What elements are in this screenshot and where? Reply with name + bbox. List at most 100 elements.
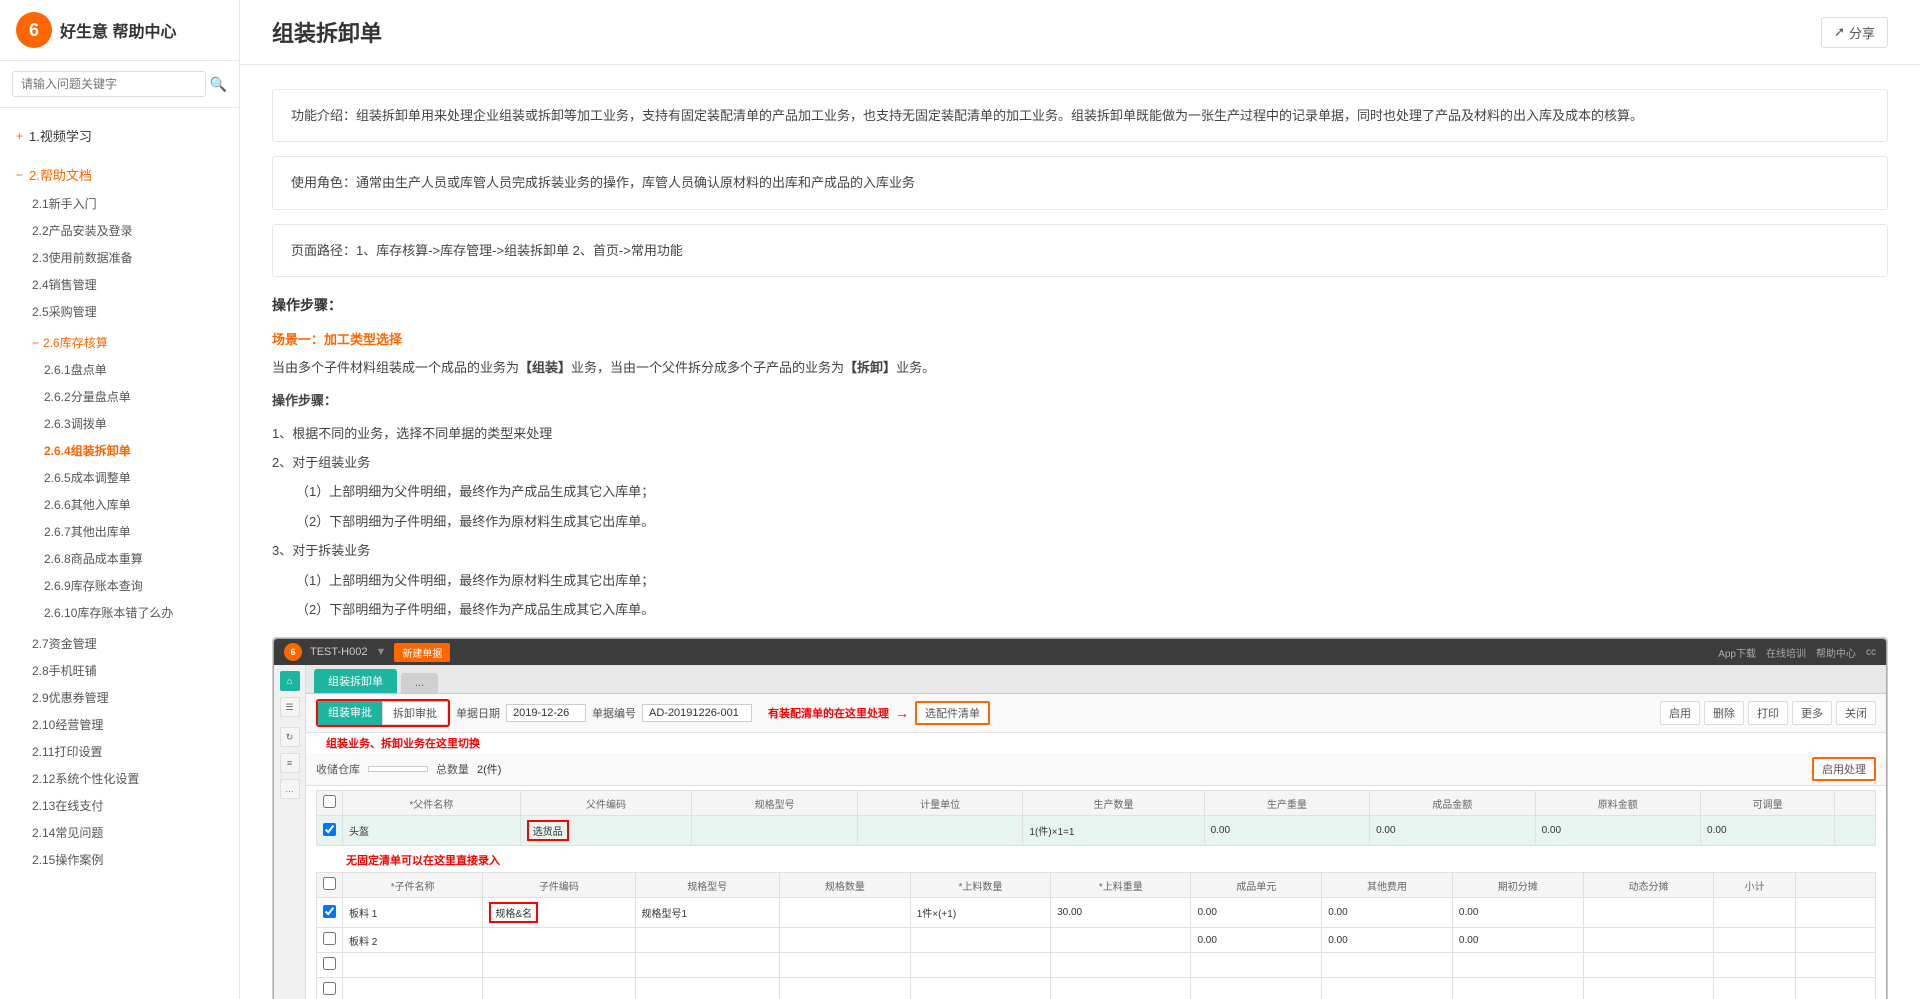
activate-btn[interactable]: 启用处理	[1812, 757, 1876, 781]
select-goods-field[interactable]: 选货品	[527, 820, 569, 841]
col-avail-qty: 可调量	[1701, 791, 1835, 816]
search-box: 🔍	[0, 61, 239, 108]
content-area: 功能介绍：组装拆卸单用来处理企业组装或拆卸等加工业务，支持有固定装配清单的产品加…	[240, 65, 1920, 999]
sidebar-icon-filter[interactable]: ≡	[280, 753, 300, 773]
sidebar-item-data-prep[interactable]: 2.3使用前数据准备	[24, 244, 239, 271]
col-sub-finished-unit: 成品单元	[1191, 873, 1322, 898]
steps-list: 1、根据不同的业务，选择不同单据的类型来处理 2、对于组装业务 （1）上部明细为…	[272, 422, 1888, 622]
row-checkbox[interactable]	[323, 932, 336, 945]
enable-btn[interactable]: 启用	[1660, 701, 1700, 725]
main-content: 组装拆卸单 ➚ 分享 功能介绍：组装拆卸单用来处理企业组装或拆卸等加工业务，支持…	[240, 0, 1920, 999]
path-block: 页面路径：1、库存核算->库存管理->组装拆卸单 2、首页->常用功能	[272, 224, 1888, 277]
col-sub-period-alloc: 期初分摊	[1452, 873, 1583, 898]
tab-other[interactable]: ...	[401, 673, 438, 693]
sidebar-item-label: 2.帮助文档	[29, 165, 92, 184]
sidebar-icon-more[interactable]: …	[280, 779, 300, 799]
intro-text: 功能介绍：组装拆卸单用来处理企业组装或拆卸等加工业务，支持有固定装配清单的产品加…	[291, 108, 1643, 123]
sidebar-item-docs[interactable]: − 2.帮助文档	[0, 159, 239, 190]
sidebar-label-inventory: 2.6库存核算	[43, 334, 108, 351]
sub-action-btns: 启用处理	[1812, 757, 1876, 781]
parent-name-cell: 头盔	[343, 816, 521, 846]
row-checkbox[interactable]	[323, 823, 336, 836]
share-label: 分享	[1849, 23, 1875, 42]
col-spec: 规格型号	[692, 791, 857, 816]
sidebar-item-cost-adjust[interactable]: 2.6.5成本调整单	[36, 464, 239, 491]
topbar-logo: 6	[284, 643, 302, 661]
sidebar: 6 好生意 帮助中心 🔍 + 1.视频学习 − 2.帮助文档 2.1新手入门 2…	[0, 0, 240, 999]
col-prod-weight: 生产重量	[1204, 791, 1369, 816]
app-topbar: 6 TEST-H002 ▼ 新建单据 App下载 在线培训 帮助中心 cc	[274, 639, 1886, 665]
sidebar-item-purchase[interactable]: 2.5采购管理	[24, 298, 239, 325]
delete-btn[interactable]: 删除	[1704, 701, 1744, 725]
sidebar-item-transfer[interactable]: 2.6.3调拨单	[36, 410, 239, 437]
lower-table-row-1: 板料 1 规格&名 规格型号1 1件×(+1) 30.00 0.00	[317, 898, 1876, 928]
upper-table: *父件名称 父件编码 规格型号 计量单位 生产数量 生产重量 成品金额 原料金额	[316, 790, 1876, 846]
type-disassembly-btn[interactable]: 拆卸审批	[382, 701, 448, 725]
role-text: 使用角色：通常由生产人员或库管人员完成拆装业务的操作，库管人员确认原材料的出库和…	[291, 175, 915, 190]
sidebar-item-other-in[interactable]: 2.6.6其他入库单	[36, 491, 239, 518]
warning-text: 有装配清单的在这里处理	[768, 705, 889, 721]
new-doc-btn[interactable]: 新建单据	[394, 643, 450, 662]
lower-header-checkbox[interactable]	[323, 877, 336, 890]
header-checkbox[interactable]	[323, 795, 336, 808]
print-btn[interactable]: 打印	[1748, 701, 1788, 725]
col-sub-subtotal: 小计	[1714, 873, 1795, 898]
sidebar-item-cases[interactable]: 2.15操作案例	[24, 846, 239, 873]
sidebar-item-newbie[interactable]: 2.1新手入门	[24, 190, 239, 217]
row-checkbox[interactable]	[323, 905, 336, 918]
sidebar-item-cost-recalc[interactable]: 2.6.8商品成本重算	[36, 545, 239, 572]
tab-bar: 组装拆卸单 ...	[306, 665, 1886, 694]
steps-intro: 操作步骤：	[272, 389, 1888, 414]
col-raw-amt: 原料金额	[1535, 791, 1700, 816]
col-sub-feed-qty: *上料数量	[910, 873, 1050, 898]
search-input[interactable]	[12, 71, 206, 97]
sidebar-item-assembly[interactable]: 2.6.4组装拆卸单	[36, 437, 239, 464]
col-prod-qty: 生产数量	[1023, 791, 1204, 816]
tab-assembly[interactable]: 组装拆卸单	[314, 669, 397, 693]
type-assembly-btn[interactable]: 组装审批	[318, 701, 382, 725]
sidebar-item-stocktake[interactable]: 2.6.1盘点单	[36, 356, 239, 383]
search-button[interactable]: 🔍	[210, 76, 227, 93]
parent-code-cell: 选货品	[520, 816, 692, 846]
collapse-icon: −	[16, 168, 23, 182]
col-unit: 计量单位	[857, 791, 1022, 816]
sub-code-field-1[interactable]: 规格&名	[489, 902, 538, 923]
sidebar-item-video[interactable]: + 1.视频学习	[0, 120, 239, 151]
sidebar-item-sales[interactable]: 2.4销售管理	[24, 271, 239, 298]
close-btn[interactable]: 关闭	[1836, 701, 1876, 725]
docs-children: 2.1新手入门 2.2产品安装及登录 2.3使用前数据准备 2.4销售管理 2.…	[0, 190, 239, 873]
sidebar-icon-arrow[interactable]: ↻	[280, 727, 300, 747]
sidebar-item-install[interactable]: 2.2产品安装及登录	[24, 217, 239, 244]
step-3: 3、对于拆装业务	[272, 539, 1888, 562]
more-btn[interactable]: 更多	[1792, 701, 1832, 725]
sidebar-item-label: 1.视频学习	[29, 126, 92, 145]
date-value: 2019-12-26	[506, 704, 586, 722]
scenario1-title: 场景一：加工类型选择	[272, 329, 1888, 348]
sidebar-item-print[interactable]: 2.11打印设置	[24, 738, 239, 765]
warehouse-field[interactable]	[368, 766, 428, 772]
sidebar-item-ledger-error[interactable]: 2.6.10库存账本错了么办	[36, 599, 239, 626]
sidebar-item-inventory[interactable]: − 2.6库存核算	[24, 329, 239, 356]
row-checkbox[interactable]	[323, 957, 336, 970]
share-button[interactable]: ➚ 分享	[1821, 17, 1888, 48]
sidebar-item-coupon[interactable]: 2.9优惠券管理	[24, 684, 239, 711]
sidebar-item-partial-stocktake[interactable]: 2.6.2分量盘点单	[36, 383, 239, 410]
sidebar-item-mobile[interactable]: 2.8手机旺铺	[24, 657, 239, 684]
step-3-2: （2）下部明细为子件明细，最终作为产成品生成其它入库单。	[272, 598, 1888, 621]
lower-table-row-2: 板料 2 0.00 0.00 0.00	[317, 928, 1876, 953]
select-bom-btn[interactable]: 选配件清单	[915, 701, 990, 725]
sidebar-item-finance[interactable]: 2.7资金管理	[24, 630, 239, 657]
sidebar-item-biz-mgmt[interactable]: 2.10经营管理	[24, 711, 239, 738]
app-window: 6 TEST-H002 ▼ 新建单据 App下载 在线培训 帮助中心 cc	[273, 638, 1887, 999]
sidebar-item-inventory-ledger[interactable]: 2.6.9库存账本查询	[36, 572, 239, 599]
operations-title: 操作步骤：	[272, 295, 1888, 315]
sidebar-item-online-pay[interactable]: 2.13在线支付	[24, 792, 239, 819]
lower-table-row-3	[317, 953, 1876, 978]
sidebar-item-personalize[interactable]: 2.12系统个性化设置	[24, 765, 239, 792]
sidebar-item-other-out[interactable]: 2.6.7其他出库单	[36, 518, 239, 545]
sidebar-item-faq[interactable]: 2.14常见问题	[24, 819, 239, 846]
table-row: 头盔 选货品 1(件)×1=1 0.00 0.00	[317, 816, 1876, 846]
sidebar-icon-home[interactable]: ⌂	[280, 671, 300, 691]
row-checkbox[interactable]	[323, 982, 336, 995]
sidebar-icon-list[interactable]: ☰	[280, 697, 300, 717]
